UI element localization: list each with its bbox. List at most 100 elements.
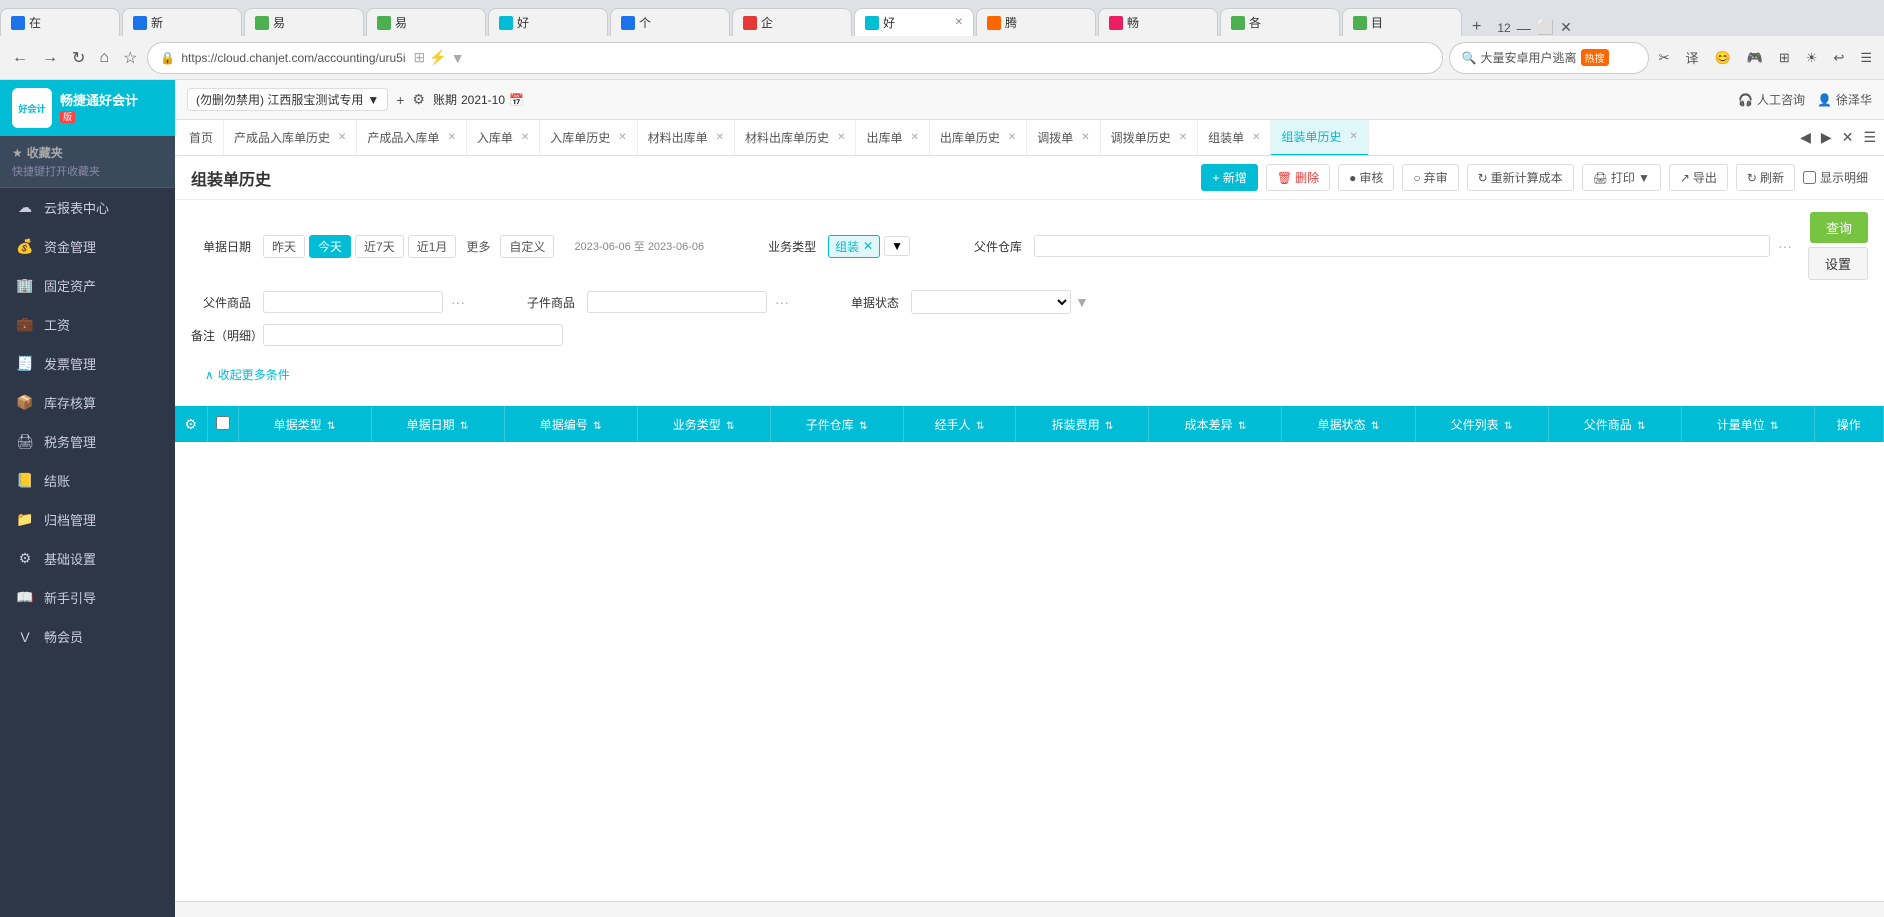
tabs-more-options[interactable]: ☰ [1859, 127, 1880, 148]
address-qr-icon[interactable]: ⊞ [414, 49, 426, 66]
new-button[interactable]: + 新增 [1201, 164, 1257, 191]
bill-status-select[interactable] [911, 290, 1071, 314]
nav-tab-transfer-history[interactable]: 调拨单历史 ✕ [1101, 120, 1198, 156]
theme-tool[interactable]: ☀ [1802, 46, 1822, 70]
nav-tab-3-close[interactable]: ✕ [517, 132, 529, 143]
biz-type-dropdown-btn[interactable]: ▼ [884, 236, 910, 256]
col-cost-diff-sort[interactable]: ⇅ [1238, 421, 1246, 432]
parent-goods-more-icon[interactable]: ··· [447, 294, 469, 310]
export-button[interactable]: ↗ 导出 [1669, 164, 1728, 191]
parent-warehouse-input[interactable] [1034, 235, 1770, 257]
browser-tab-5[interactable]: 好 [488, 8, 608, 36]
nav-tab-inbound[interactable]: 入库单 ✕ [467, 120, 540, 156]
browser-tab-4[interactable]: 易 [366, 8, 486, 36]
nav-tab-6-close[interactable]: ✕ [833, 132, 845, 143]
sidebar-item-finance[interactable]: 💰 资金管理 [0, 227, 175, 266]
last7days-btn[interactable]: 近7天 [355, 235, 404, 258]
query-button[interactable]: 查询 [1810, 212, 1868, 243]
recalculate-button[interactable]: ↻ 重新计算成本 [1467, 164, 1574, 191]
browser-tab-8[interactable]: 好 ✕ [854, 8, 974, 36]
nav-tab-finished-goods-history[interactable]: 产成品入库单历史 ✕ [224, 120, 357, 156]
bookmark-button[interactable]: ☆ [119, 44, 141, 72]
today-btn[interactable]: 今天 [309, 235, 351, 258]
nav-tab-outbound[interactable]: 出库单 ✕ [856, 120, 929, 156]
grid-tool[interactable]: ⊞ [1775, 46, 1794, 70]
browser-tab-10[interactable]: 畅 [1098, 8, 1218, 36]
browser-tab-1[interactable]: 在 [0, 8, 120, 36]
tabs-scroll-right[interactable]: ▶ [1817, 127, 1836, 148]
sidebar-item-invoice[interactable]: 🧾 发票管理 [0, 344, 175, 383]
nav-tab-9-close[interactable]: ✕ [1077, 132, 1089, 143]
forward-button[interactable]: → [38, 45, 62, 71]
translate-tool[interactable]: 译 [1681, 44, 1702, 71]
nav-tab-10-close[interactable]: ✕ [1175, 132, 1187, 143]
nav-tab-inbound-history[interactable]: 入库单历史 ✕ [540, 120, 637, 156]
sidebar-item-vip[interactable]: V 畅会员 [0, 617, 175, 656]
sidebar-item-tax[interactable]: 🖨 税务管理 [0, 422, 175, 461]
col-number-sort[interactable]: ⇅ [593, 421, 601, 432]
menu-tool[interactable]: ☰ [1856, 46, 1876, 70]
abandon-button[interactable]: ○ 弃审 [1402, 164, 1458, 191]
scissors-tool[interactable]: ✂ [1655, 46, 1674, 70]
parent-warehouse-more-icon[interactable]: ··· [1774, 238, 1796, 254]
delete-button[interactable]: 🗑 删除 [1266, 164, 1330, 191]
note-input[interactable] [263, 324, 563, 346]
sidebar-item-guide[interactable]: 📖 新手引导 [0, 578, 175, 617]
show-detail-checkbox[interactable] [1803, 171, 1816, 184]
address-bar[interactable]: 🔒 https://cloud.chanjet.com/accounting/u… [147, 42, 1442, 74]
window-minimize[interactable]: — [1517, 20, 1531, 36]
biz-type-tag-remove[interactable]: ✕ [863, 239, 873, 253]
new-tab-button[interactable]: + [1464, 18, 1489, 36]
col-bill-status-sort[interactable]: ⇅ [1371, 421, 1379, 432]
more-date-btn[interactable]: 更多 [460, 236, 496, 257]
nav-tab-assembly-history[interactable]: 组装单历史 ✕ [1271, 120, 1368, 156]
nav-tab-material-outbound[interactable]: 材料出库单 ✕ [638, 120, 735, 156]
col-disassemble-fee-sort[interactable]: ⇅ [1105, 421, 1113, 432]
company-selector[interactable]: (勿删勿禁用) 江西服宝测试专用 ▼ [187, 88, 388, 111]
game-tool[interactable]: 🎮 [1743, 46, 1767, 70]
nav-tab-finished-goods[interactable]: 产成品入库单 ✕ [357, 120, 466, 156]
col-handler-sort[interactable]: ⇅ [976, 421, 984, 432]
sidebar-item-inventory[interactable]: 📦 库存核算 [0, 383, 175, 422]
browser-tab-6[interactable]: 个 [610, 8, 730, 36]
nav-tab-5-close[interactable]: ✕ [712, 132, 724, 143]
back-button[interactable]: ← [8, 45, 32, 71]
col-type-sort[interactable]: ⇅ [327, 421, 335, 432]
settings-gear-icon[interactable]: ⚙ [412, 91, 425, 108]
address-lightning-icon[interactable]: ⚡ [429, 49, 446, 66]
customer-service-button[interactable]: 🎧 人工咨询 [1738, 91, 1805, 108]
col-sub-warehouse-sort[interactable]: ⇅ [859, 421, 867, 432]
nav-tab-2-close[interactable]: ✕ [443, 132, 455, 143]
nav-tab-assembly[interactable]: 组装单 ✕ [1198, 120, 1271, 156]
address-dropdown-icon[interactable]: ▼ [451, 50, 465, 66]
col-parent-goods-sort[interactable]: ⇅ [1637, 421, 1645, 432]
tabs-close-current[interactable]: ✕ [1838, 127, 1858, 148]
yesterday-btn[interactable]: 昨天 [263, 235, 305, 258]
add-company-button[interactable]: + [396, 92, 404, 108]
bill-status-dropdown-icon[interactable]: ▼ [1075, 294, 1089, 310]
sub-goods-more-icon[interactable]: ··· [771, 294, 793, 310]
sidebar-item-cloud-reports[interactable]: ☁ 云报表中心 [0, 188, 175, 227]
last1month-btn[interactable]: 近1月 [408, 235, 457, 258]
browser-tab-7[interactable]: 企 [732, 8, 852, 36]
audit-button[interactable]: ● 审核 [1338, 164, 1394, 191]
nav-tab-11-close[interactable]: ✕ [1248, 132, 1260, 143]
sidebar-item-payroll[interactable]: 💼 工资 [0, 305, 175, 344]
window-maximize[interactable]: ⬜ [1537, 19, 1554, 36]
nav-tab-material-outbound-history[interactable]: 材料出库单历史 ✕ [735, 120, 856, 156]
bottom-scrollbar[interactable] [175, 901, 1884, 917]
parent-goods-input[interactable] [263, 291, 443, 313]
nav-tab-4-close[interactable]: ✕ [614, 132, 626, 143]
nav-tab-transfer[interactable]: 调拨单 ✕ [1027, 120, 1100, 156]
refresh-button[interactable]: ↻ 刷新 [1736, 164, 1795, 191]
undo-tool[interactable]: ↩ [1829, 46, 1848, 70]
table-select-all[interactable] [216, 416, 230, 430]
browser-tab-9[interactable]: 腾 [976, 8, 1096, 36]
sidebar-item-fixed-assets[interactable]: 🏢 固定资产 [0, 266, 175, 305]
sidebar-favorites[interactable]: ★ 收藏夹 快捷键打开收藏夹 [0, 136, 175, 188]
sidebar-item-settlement[interactable]: 📒 结账 [0, 461, 175, 500]
reload-button[interactable]: ↻ [68, 44, 89, 72]
browser-tab-12[interactable]: 目 [1342, 8, 1462, 36]
custom-date-btn[interactable]: 自定义 [500, 235, 554, 258]
browser-tab-3[interactable]: 易 [244, 8, 364, 36]
